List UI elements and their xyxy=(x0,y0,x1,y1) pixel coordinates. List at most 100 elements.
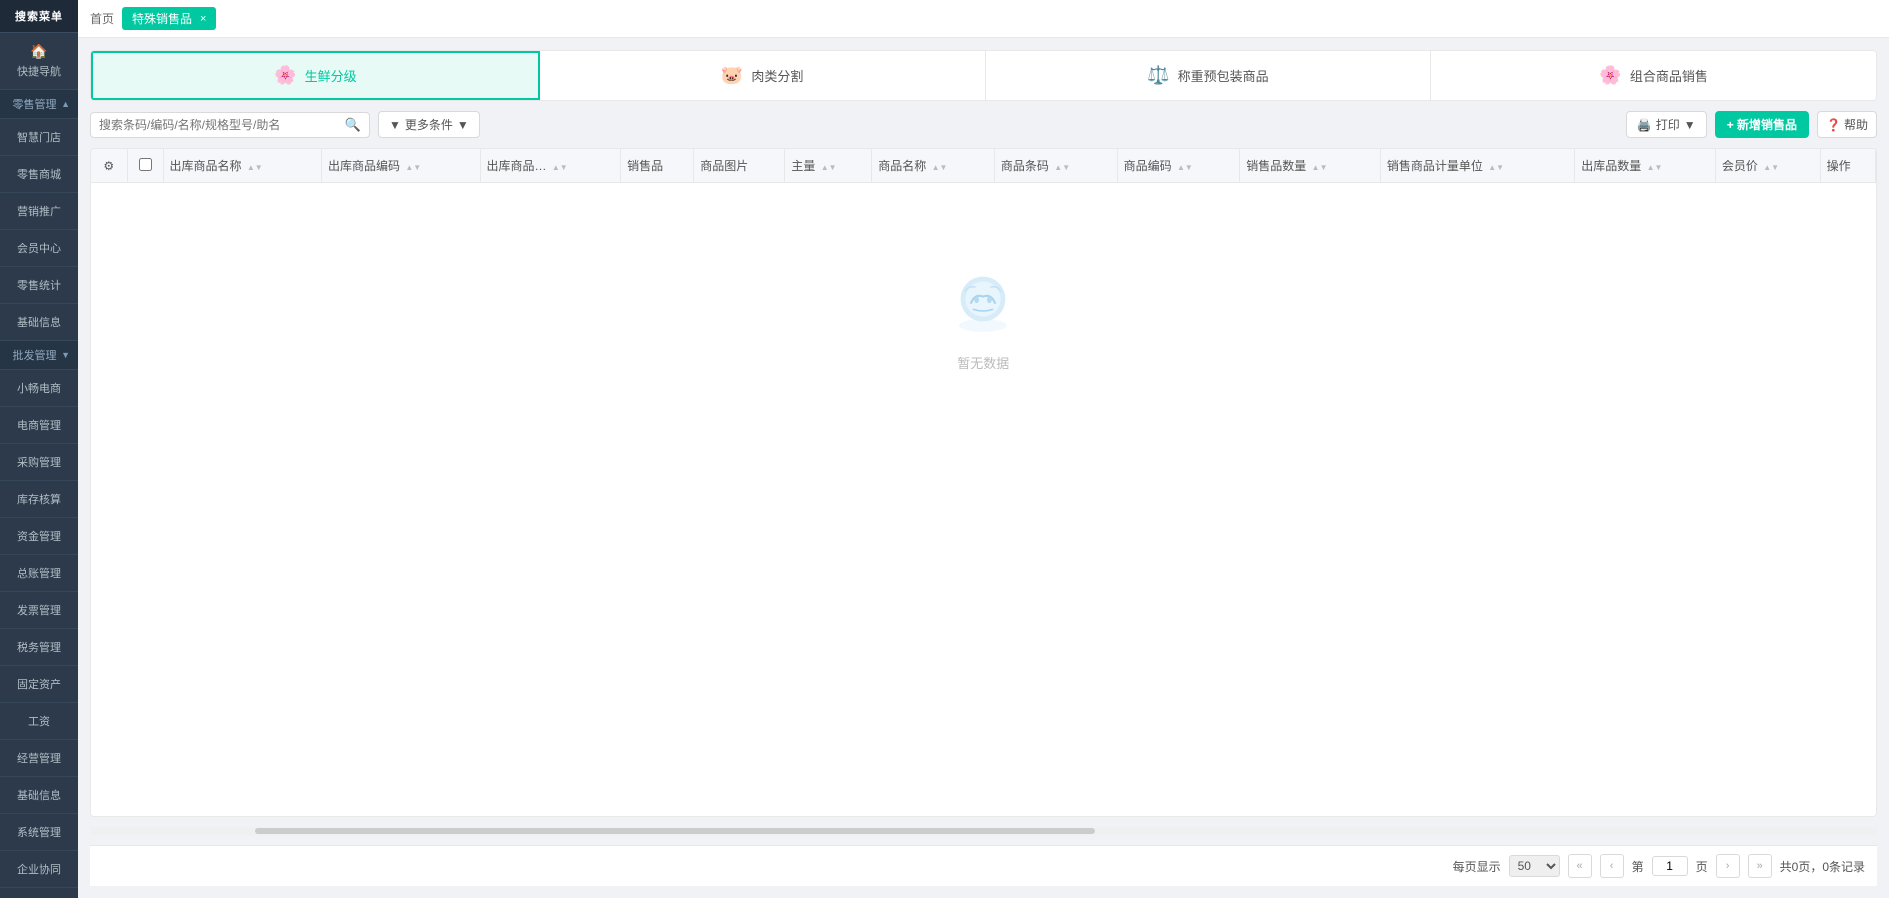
sort-weight-icon: ▲▼ xyxy=(821,164,837,172)
sidebar-item-sys-mgmt[interactable]: 系统管理 xyxy=(0,814,78,851)
sidebar-item-mini-prog[interactable]: 小畅电商 xyxy=(0,370,78,407)
cat-tab-combo[interactable]: 🌸 组合商品销售 xyxy=(1431,51,1876,100)
fresh-icon: 🌸 xyxy=(274,65,296,86)
search-box[interactable]: 🔍 xyxy=(90,112,370,138)
sidebar-item-purchase[interactable]: 采购管理 xyxy=(0,444,78,481)
sidebar-item-retail-stats[interactable]: 零售统计 xyxy=(0,267,78,304)
sidebar-item-fixed-assets[interactable]: 固定资产 xyxy=(0,666,78,703)
help-icon: ❓ xyxy=(1826,118,1841,132)
next-page-button[interactable]: › xyxy=(1716,854,1740,878)
th-out-code[interactable]: 出库商品编码 ▲▼ xyxy=(322,149,481,183)
sort-member-price-icon: ▲▼ xyxy=(1763,164,1779,172)
data-table: ⚙ 出库商品名称 ▲▼ 出库商品编码 ▲▼ 出库 xyxy=(91,149,1876,452)
close-tab-button[interactable]: × xyxy=(200,13,206,25)
sidebar-item-quick-nav[interactable]: 🏠 快捷导航 xyxy=(0,33,78,90)
sidebar-item-members[interactable]: 会员中心 xyxy=(0,230,78,267)
th-out-name[interactable]: 出库商品名称 ▲▼ xyxy=(163,149,322,183)
first-page-button[interactable]: « xyxy=(1568,854,1592,878)
add-sales-item-button[interactable]: + 新增销售品 xyxy=(1715,111,1809,138)
sidebar-item-enterprise[interactable]: 企业协同 xyxy=(0,851,78,888)
th-goods-code[interactable]: 商品编码 ▲▼ xyxy=(1117,149,1240,183)
print-button[interactable]: 🖨️ 打印 ▼ xyxy=(1626,111,1707,138)
sidebar-item-basic-info2[interactable]: 基础信息 xyxy=(0,777,78,814)
th-sale-qty[interactable]: 销售品数量 ▲▼ xyxy=(1240,149,1381,183)
sidebar-item-finance[interactable]: 资金管理 xyxy=(0,518,78,555)
sidebar-item-ecom-mgmt[interactable]: 电商管理 xyxy=(0,407,78,444)
page-size-select[interactable]: 20 50 100 xyxy=(1509,855,1560,877)
sort-goods-name-icon: ▲▼ xyxy=(932,164,948,172)
cat-tab-weigh[interactable]: ⚖️ 称重预包装商品 xyxy=(986,51,1432,100)
th-checkbox[interactable] xyxy=(127,149,163,183)
sidebar-logo[interactable]: 搜索菜单 xyxy=(0,0,78,33)
sort-out-qty-icon: ▲▼ xyxy=(1647,164,1663,172)
sidebar-item-basic-info[interactable]: 基础信息 xyxy=(0,304,78,341)
sidebar-item-ledger[interactable]: 总账管理 xyxy=(0,555,78,592)
empty-text: 暂无数据 xyxy=(957,353,1009,372)
th-weight[interactable]: 主量 ▲▼ xyxy=(785,149,872,183)
sidebar-item-marketing[interactable]: 营销推广 xyxy=(0,193,78,230)
cat-tab-meat[interactable]: 🐷 肉类分割 xyxy=(540,51,986,100)
sort-out-spec-icon: ▲▼ xyxy=(552,164,568,172)
page-content: 🌸 生鲜分级 🐷 肉类分割 ⚖️ 称重预包装商品 🌸 组合商品销售 🔍 xyxy=(78,38,1889,898)
th-settings[interactable]: ⚙ xyxy=(91,149,127,183)
sidebar-item-tax[interactable]: 税务管理 xyxy=(0,629,78,666)
main-area: 首页 特殊销售品 × 🌸 生鲜分级 🐷 肉类分割 ⚖️ 称重预包装商品 🌸 组合… xyxy=(78,0,1889,898)
th-goods-name[interactable]: 商品名称 ▲▼ xyxy=(872,149,995,183)
sidebar-item-newbie[interactable]: 新手引导 xyxy=(0,888,78,898)
sidebar-section-wholesale[interactable]: 批发管理 ▼ xyxy=(0,341,78,370)
sidebar-item-invoice[interactable]: 发票管理 xyxy=(0,592,78,629)
sort-sale-qty-icon: ▲▼ xyxy=(1312,164,1328,172)
sidebar-section-retail[interactable]: 零售管理 ▲ xyxy=(0,90,78,119)
topbar: 首页 特殊销售品 × xyxy=(78,0,1889,38)
sidebar-item-retail-mall[interactable]: 零售商城 xyxy=(0,156,78,193)
toolbar: 🔍 ▼ 更多条件 ▼ 🖨️ 打印 ▼ + 新增销售品 ❓ 帮助 xyxy=(90,111,1877,138)
sidebar: 搜索菜单 🏠 快捷导航 零售管理 ▲ 智慧门店 零售商城 营销推广 会员中心 零… xyxy=(0,0,78,898)
empty-state-icon xyxy=(943,263,1023,343)
search-input[interactable] xyxy=(99,118,341,132)
prev-page-button[interactable]: ‹ xyxy=(1600,854,1624,878)
help-button[interactable]: ❓ 帮助 xyxy=(1817,111,1877,138)
last-page-button[interactable]: » xyxy=(1748,854,1772,878)
meat-icon: 🐷 xyxy=(721,65,743,86)
th-barcode[interactable]: 商品条码 ▲▼ xyxy=(994,149,1117,183)
th-out-qty[interactable]: 出库品数量 ▲▼ xyxy=(1575,149,1716,183)
home-breadcrumb[interactable]: 首页 xyxy=(90,10,114,27)
page-number-input[interactable] xyxy=(1652,856,1688,876)
horizontal-scrollbar[interactable] xyxy=(90,827,1877,835)
th-member-price[interactable]: 会员价 ▲▼ xyxy=(1715,149,1820,183)
sort-goods-code-icon: ▲▼ xyxy=(1177,164,1193,172)
sidebar-item-inventory[interactable]: 库存核算 xyxy=(0,481,78,518)
total-count: 共0页，0条记录 xyxy=(1780,858,1865,875)
category-tabs: 🌸 生鲜分级 🐷 肉类分割 ⚖️ 称重预包装商品 🌸 组合商品销售 xyxy=(90,50,1877,101)
sidebar-item-salary[interactable]: 工资 xyxy=(0,703,78,740)
th-sale-item: 销售品 xyxy=(621,149,694,183)
filter-icon: ▼ xyxy=(389,118,401,132)
combo-icon: 🌸 xyxy=(1599,65,1621,86)
th-out-spec[interactable]: 出库商品… ▲▼ xyxy=(480,149,621,183)
data-table-container: ⚙ 出库商品名称 ▲▼ 出库商品编码 ▲▼ 出库 xyxy=(90,148,1877,817)
th-img: 商品图片 xyxy=(694,149,785,183)
print-dropdown-icon: ▼ xyxy=(1684,118,1696,132)
table-header-row: ⚙ 出库商品名称 ▲▼ 出库商品编码 ▲▼ 出库 xyxy=(91,149,1876,183)
active-tab[interactable]: 特殊销售品 × xyxy=(122,7,216,30)
scrollbar-thumb[interactable] xyxy=(255,828,1095,834)
quick-nav-icon: 🏠 xyxy=(30,43,47,60)
filter-dropdown-icon: ▼ xyxy=(457,118,469,132)
table-body: 暂无数据 xyxy=(91,183,1876,453)
filter-button[interactable]: ▼ 更多条件 ▼ xyxy=(378,111,480,138)
pagination-bar: 每页显示 20 50 100 « ‹ 第 页 › » 共0页，0条记录 xyxy=(90,845,1877,886)
select-all-checkbox[interactable] xyxy=(139,158,152,171)
weigh-icon: ⚖️ xyxy=(1147,65,1169,86)
sidebar-item-smart-store[interactable]: 智慧门店 xyxy=(0,119,78,156)
search-icon[interactable]: 🔍 xyxy=(345,117,361,133)
wholesale-arrow-icon: ▼ xyxy=(61,350,70,360)
empty-state-row: 暂无数据 xyxy=(91,183,1876,453)
print-icon: 🖨️ xyxy=(1637,118,1652,132)
retail-mgmt-arrow-icon: ▲ xyxy=(61,99,70,109)
th-actions: 操作 xyxy=(1820,149,1875,183)
th-unit[interactable]: 销售商品计量单位 ▲▼ xyxy=(1380,149,1574,183)
cat-tab-fresh[interactable]: 🌸 生鲜分级 xyxy=(91,51,540,100)
sort-barcode-icon: ▲▼ xyxy=(1054,164,1070,172)
sidebar-item-biz-mgmt[interactable]: 经营管理 xyxy=(0,740,78,777)
sort-unit-icon: ▲▼ xyxy=(1488,164,1504,172)
